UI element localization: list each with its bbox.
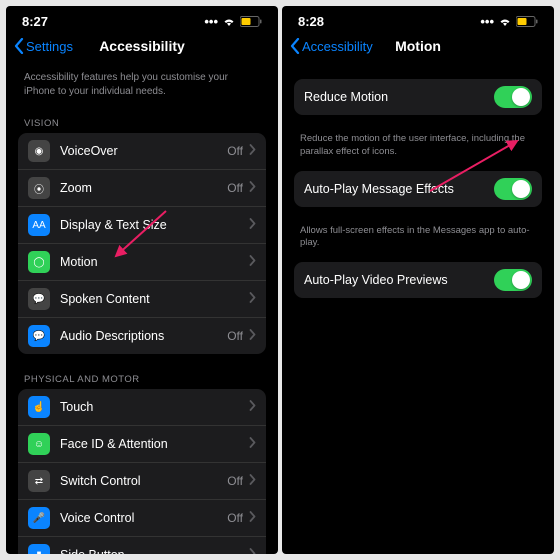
section-header-physical: PHYSICAL AND MOTOR bbox=[18, 368, 266, 389]
row-status: Off bbox=[227, 329, 243, 343]
row-label: Display & Text Size bbox=[60, 218, 249, 232]
back-label: Accessibility bbox=[302, 39, 373, 54]
footnote-reduce-motion: Reduce the motion of the user interface,… bbox=[294, 129, 542, 171]
settings-row[interactable]: 💬 Spoken Content bbox=[18, 281, 266, 318]
settings-row[interactable]: 🎤 Voice ControlOff bbox=[18, 500, 266, 537]
chevron-right-icon bbox=[249, 474, 256, 488]
row-label: Auto-Play Message Effects bbox=[304, 182, 494, 196]
chevron-right-icon bbox=[249, 329, 256, 343]
chevron-right-icon bbox=[249, 400, 256, 414]
row-label: Face ID & Attention bbox=[60, 437, 249, 451]
row-label: Side Button bbox=[60, 548, 249, 554]
motion-icon: ◯ bbox=[28, 251, 50, 273]
settings-row[interactable]: AA Display & Text Size bbox=[18, 207, 266, 244]
footnote-autoplay-msg: Allows full-screen effects in the Messag… bbox=[294, 221, 542, 263]
row-reduce-motion[interactable]: Reduce Motion bbox=[294, 79, 542, 115]
audio-desc-icon: 💬 bbox=[28, 325, 50, 347]
back-label: Settings bbox=[26, 39, 73, 54]
voice-control-icon: 🎤 bbox=[28, 507, 50, 529]
status-time: 8:28 bbox=[298, 14, 324, 29]
toggle-autoplay-video[interactable] bbox=[494, 269, 532, 291]
toggle-reduce-motion[interactable] bbox=[494, 86, 532, 108]
zoom-icon: ⦿ bbox=[28, 177, 50, 199]
row-status: Off bbox=[227, 511, 243, 525]
row-label: Touch bbox=[60, 400, 249, 414]
row-label: Zoom bbox=[60, 181, 227, 195]
status-indicators: ••• bbox=[204, 14, 262, 29]
settings-row[interactable]: ▮ Side Button bbox=[18, 537, 266, 554]
side-button-icon: ▮ bbox=[28, 544, 50, 554]
status-bar: 8:27 ••• bbox=[6, 6, 278, 31]
section-vision: ◉VoiceOverOff⦿ZoomOffAADisplay & Text Si… bbox=[18, 133, 266, 354]
phone-motion: 8:28 ••• Accessibility Motion Reduce Mot… bbox=[282, 6, 554, 554]
nav-bar: Settings Accessibility bbox=[6, 31, 278, 65]
row-label: Voice Control bbox=[60, 511, 227, 525]
settings-row[interactable]: ◉ VoiceOverOff bbox=[18, 133, 266, 170]
chevron-right-icon bbox=[249, 437, 256, 451]
wifi-icon bbox=[222, 17, 236, 27]
status-time: 8:27 bbox=[22, 14, 48, 29]
spoken-content-icon: 💬 bbox=[28, 288, 50, 310]
chevron-right-icon bbox=[249, 255, 256, 269]
chevron-right-icon bbox=[249, 292, 256, 306]
chevron-right-icon bbox=[249, 511, 256, 525]
content: Accessibility features help you customis… bbox=[6, 65, 278, 554]
chevron-right-icon bbox=[249, 144, 256, 158]
settings-row[interactable]: ◯ Motion bbox=[18, 244, 266, 281]
toggle-autoplay-message[interactable] bbox=[494, 178, 532, 200]
row-status: Off bbox=[227, 144, 243, 158]
back-button[interactable]: Accessibility bbox=[290, 38, 373, 54]
intro-text: Accessibility features help you customis… bbox=[18, 65, 266, 112]
section-reduce-motion: Reduce Motion bbox=[294, 79, 542, 115]
row-label: Audio Descriptions bbox=[60, 329, 227, 343]
row-label: Switch Control bbox=[60, 474, 227, 488]
chevron-right-icon bbox=[249, 218, 256, 232]
chevron-right-icon bbox=[249, 548, 256, 554]
row-autoplay-video[interactable]: Auto-Play Video Previews bbox=[294, 262, 542, 298]
touch-icon: ☝ bbox=[28, 396, 50, 418]
settings-row[interactable]: ☝ Touch bbox=[18, 389, 266, 426]
faceid-icon: ☺ bbox=[28, 433, 50, 455]
row-label: VoiceOver bbox=[60, 144, 227, 158]
signal-icon: ••• bbox=[480, 14, 494, 29]
row-status: Off bbox=[227, 474, 243, 488]
row-status: Off bbox=[227, 181, 243, 195]
section-physical: ☝ Touch ☺ Face ID & Attention ⇄ Switch Contro… bbox=[18, 389, 266, 554]
settings-row[interactable]: 💬 Audio DescriptionsOff bbox=[18, 318, 266, 354]
row-autoplay-message[interactable]: Auto-Play Message Effects bbox=[294, 171, 542, 207]
status-bar: 8:28 ••• bbox=[282, 6, 554, 31]
section-autoplay-video: Auto-Play Video Previews bbox=[294, 262, 542, 298]
row-label: Motion bbox=[60, 255, 249, 269]
content: Reduce Motion Reduce the motion of the u… bbox=[282, 65, 554, 554]
chevron-right-icon bbox=[249, 181, 256, 195]
nav-bar: Accessibility Motion bbox=[282, 31, 554, 65]
section-autoplay-msg: Auto-Play Message Effects bbox=[294, 171, 542, 207]
switch-control-icon: ⇄ bbox=[28, 470, 50, 492]
battery-icon bbox=[516, 16, 538, 27]
phone-accessibility: 8:27 ••• Settings Accessibility Accessib… bbox=[6, 6, 278, 554]
row-label: Auto-Play Video Previews bbox=[304, 273, 494, 287]
back-button[interactable]: Settings bbox=[14, 38, 73, 54]
settings-row[interactable]: ⇄ Switch ControlOff bbox=[18, 463, 266, 500]
row-label: Reduce Motion bbox=[304, 90, 494, 104]
voiceover-icon: ◉ bbox=[28, 140, 50, 162]
chevron-left-icon bbox=[14, 38, 24, 54]
settings-row[interactable]: ☺ Face ID & Attention bbox=[18, 426, 266, 463]
signal-icon: ••• bbox=[204, 14, 218, 29]
section-header-vision: VISION bbox=[18, 112, 266, 133]
wifi-icon bbox=[498, 17, 512, 27]
settings-row[interactable]: ⦿ ZoomOff bbox=[18, 170, 266, 207]
chevron-left-icon bbox=[290, 38, 300, 54]
status-indicators: ••• bbox=[480, 14, 538, 29]
display-text-icon: AA bbox=[28, 214, 50, 236]
row-label: Spoken Content bbox=[60, 292, 249, 306]
battery-icon bbox=[240, 16, 262, 27]
